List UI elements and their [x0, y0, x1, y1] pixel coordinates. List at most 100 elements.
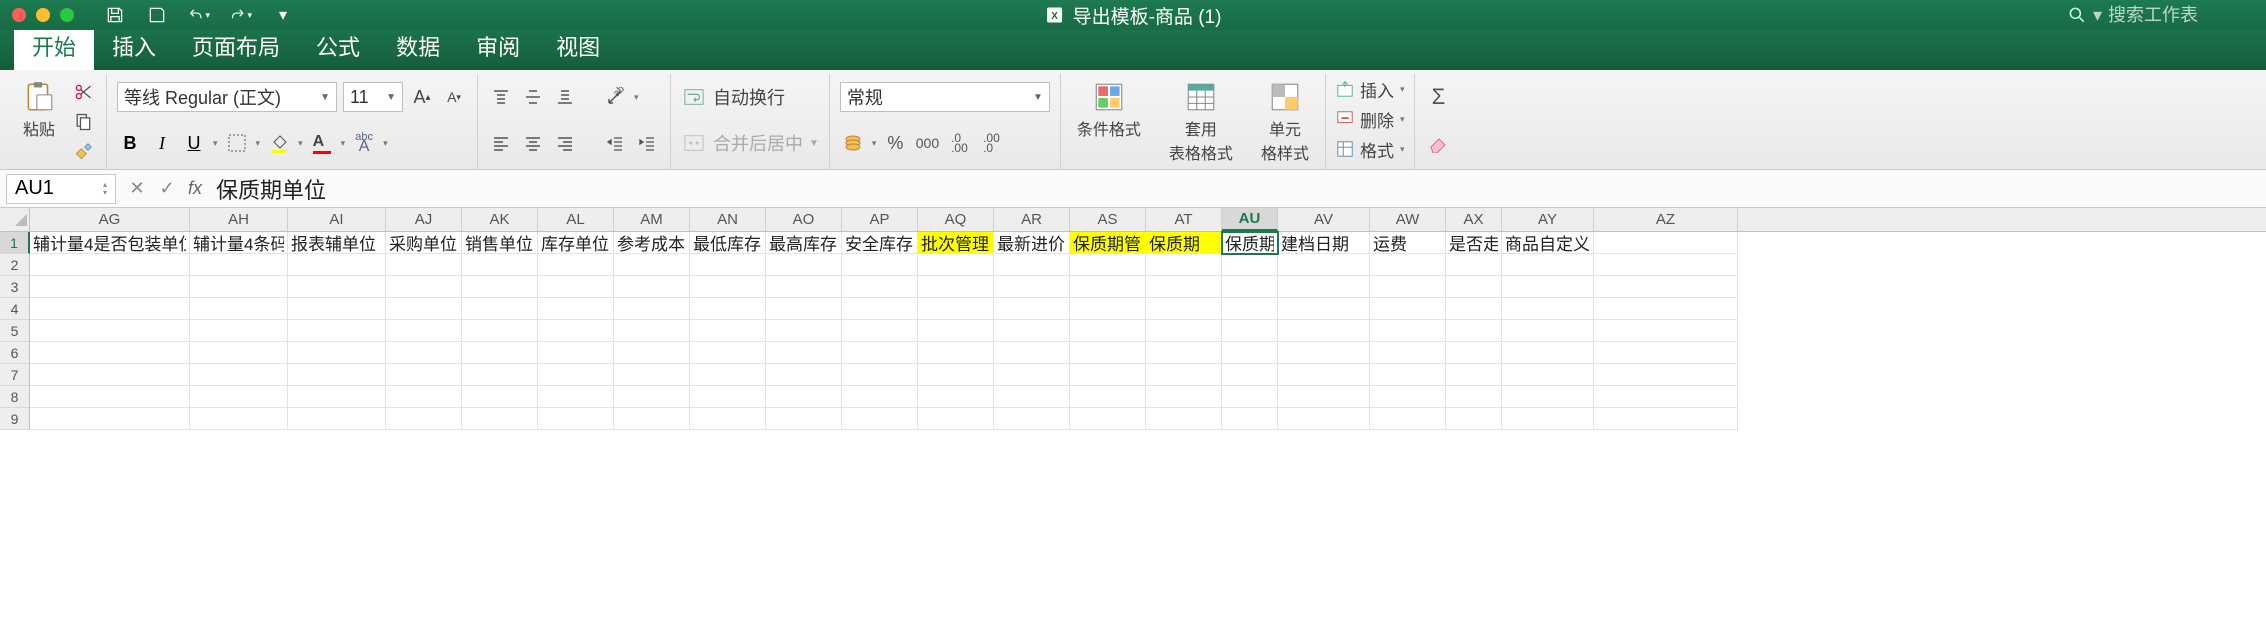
cell[interactable] — [462, 254, 538, 276]
cell[interactable]: 辅计量4条码 — [190, 232, 288, 254]
font-name-combo[interactable]: 等线 Regular (正文)▼ — [117, 82, 337, 112]
cell[interactable] — [1446, 276, 1502, 298]
decrease-font-button[interactable]: A▾ — [441, 85, 467, 109]
cut-button[interactable] — [70, 80, 96, 104]
cell[interactable] — [766, 386, 842, 408]
cell[interactable] — [1594, 342, 1738, 364]
cell[interactable] — [842, 320, 918, 342]
cell[interactable] — [30, 386, 190, 408]
cell[interactable] — [994, 364, 1070, 386]
cell[interactable] — [1594, 320, 1738, 342]
cell[interactable]: 最高库存 — [766, 232, 842, 254]
cell[interactable] — [1070, 408, 1146, 430]
cell[interactable] — [1502, 342, 1594, 364]
cell[interactable] — [1446, 298, 1502, 320]
cell[interactable] — [614, 342, 690, 364]
cell[interactable]: 参考成本 — [614, 232, 690, 254]
cell[interactable] — [190, 386, 288, 408]
cell[interactable] — [1070, 364, 1146, 386]
cell[interactable] — [1446, 408, 1502, 430]
cell[interactable]: 运费 — [1370, 232, 1446, 254]
column-header[interactable]: AQ — [918, 208, 994, 231]
cell[interactable] — [1446, 342, 1502, 364]
cell[interactable]: 批次管理 — [918, 232, 994, 254]
cell[interactable] — [30, 298, 190, 320]
cell[interactable] — [1146, 364, 1222, 386]
cell[interactable] — [842, 386, 918, 408]
row-header[interactable]: 5 — [0, 320, 30, 342]
align-left-button[interactable] — [488, 131, 514, 155]
cell[interactable] — [1222, 298, 1278, 320]
cell[interactable] — [1502, 276, 1594, 298]
cell[interactable] — [614, 254, 690, 276]
tab-数据[interactable]: 数据 — [378, 24, 458, 70]
cell[interactable] — [386, 386, 462, 408]
cell[interactable] — [1370, 320, 1446, 342]
cell[interactable]: 报表辅单位 — [288, 232, 386, 254]
cell[interactable] — [1370, 298, 1446, 320]
cell[interactable]: 保质期管理 — [1070, 232, 1146, 254]
row-header[interactable]: 7 — [0, 364, 30, 386]
cell[interactable] — [1222, 342, 1278, 364]
cell[interactable] — [462, 276, 538, 298]
column-header[interactable]: AM — [614, 208, 690, 231]
row-header[interactable]: 4 — [0, 298, 30, 320]
qat-customize-button[interactable]: ▾ — [272, 4, 294, 26]
cell[interactable] — [538, 364, 614, 386]
cell[interactable] — [1446, 320, 1502, 342]
format-painter-button[interactable] — [70, 140, 96, 164]
cell[interactable] — [994, 298, 1070, 320]
cell[interactable] — [614, 386, 690, 408]
cell[interactable] — [1146, 386, 1222, 408]
increase-decimal-button[interactable]: .0.00 — [946, 131, 972, 155]
cell[interactable] — [1070, 386, 1146, 408]
cell[interactable] — [994, 408, 1070, 430]
cell[interactable] — [30, 408, 190, 430]
cell[interactable] — [1146, 298, 1222, 320]
cell[interactable] — [288, 320, 386, 342]
cell[interactable] — [190, 364, 288, 386]
minimize-window-button[interactable] — [36, 8, 50, 22]
cell[interactable] — [918, 276, 994, 298]
insert-cells-button[interactable]: 插入 — [1360, 77, 1394, 102]
cell[interactable] — [918, 298, 994, 320]
tab-页面布局[interactable]: 页面布局 — [174, 24, 298, 70]
align-right-button[interactable] — [552, 131, 578, 155]
tab-公式[interactable]: 公式 — [298, 24, 378, 70]
cell[interactable] — [1594, 408, 1738, 430]
wrap-text-button[interactable] — [681, 85, 707, 109]
cell[interactable] — [842, 254, 918, 276]
cell[interactable] — [462, 386, 538, 408]
cell[interactable] — [994, 342, 1070, 364]
cell[interactable] — [1222, 320, 1278, 342]
format-as-table-button[interactable]: 套用 表格格式 — [1163, 78, 1239, 166]
cell[interactable] — [1594, 386, 1738, 408]
decrease-decimal-button[interactable]: .00.0 — [978, 131, 1004, 155]
cell[interactable] — [1278, 320, 1370, 342]
clear-button[interactable] — [1425, 131, 1451, 155]
cell[interactable] — [614, 408, 690, 430]
cell[interactable]: 销售单位 — [462, 232, 538, 254]
column-header[interactable]: AW — [1370, 208, 1446, 231]
row-header[interactable]: 3 — [0, 276, 30, 298]
autosum-button[interactable]: Σ — [1425, 85, 1451, 109]
cell[interactable] — [538, 254, 614, 276]
increase-indent-button[interactable] — [634, 131, 660, 155]
select-all-corner[interactable] — [0, 208, 30, 231]
cell[interactable] — [1222, 364, 1278, 386]
cell[interactable] — [538, 298, 614, 320]
cell[interactable] — [462, 364, 538, 386]
cell[interactable] — [462, 408, 538, 430]
cell[interactable] — [386, 320, 462, 342]
cell[interactable] — [766, 408, 842, 430]
cell[interactable] — [918, 254, 994, 276]
enter-formula-button[interactable]: ✓ — [152, 178, 182, 199]
cell[interactable] — [386, 298, 462, 320]
cell[interactable] — [1070, 320, 1146, 342]
column-header[interactable]: AV — [1278, 208, 1370, 231]
cell[interactable] — [842, 408, 918, 430]
tab-视图[interactable]: 视图 — [538, 24, 618, 70]
column-header[interactable]: AR — [994, 208, 1070, 231]
align-bottom-button[interactable] — [552, 85, 578, 109]
conditional-formatting-button[interactable]: 条件格式 — [1071, 78, 1147, 142]
